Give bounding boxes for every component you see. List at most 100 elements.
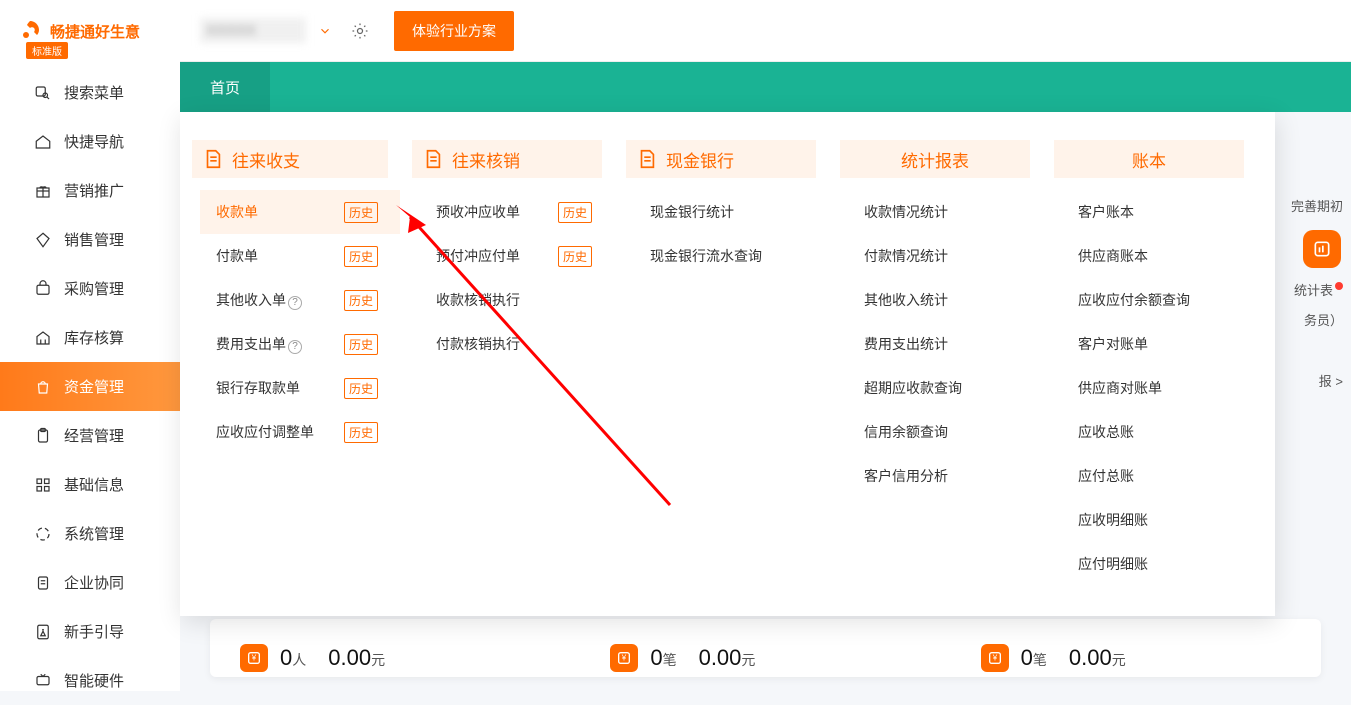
mega-item-label: 应收总账: [1078, 422, 1134, 442]
mega-item-label: 费用支出单?: [216, 334, 302, 354]
help-icon[interactable]: ?: [288, 340, 302, 354]
sidebar-item-1[interactable]: 快捷导航: [0, 117, 180, 166]
mega-item[interactable]: 应付总账: [1062, 454, 1256, 498]
sidebar-item-2[interactable]: 营销推广: [0, 166, 180, 215]
mega-column-header: 往来核销: [412, 140, 602, 178]
sidebar-item-label: 经营管理: [64, 425, 124, 446]
mega-item[interactable]: 客户信用分析: [848, 454, 1042, 498]
mega-item-label: 应收应付余额查询: [1078, 290, 1190, 310]
house-icon: [34, 329, 52, 347]
sidebar-item-6[interactable]: 资金管理: [0, 362, 180, 411]
report-link[interactable]: 报 >: [1277, 367, 1351, 397]
mega-item[interactable]: 现金银行流水查询: [634, 234, 828, 278]
sidebar: 畅捷通好生意 标准版 搜索菜单快捷导航营销推广销售管理采购管理库存核算资金管理经…: [0, 0, 180, 691]
stat-value: 0: [650, 645, 662, 670]
stat-sheet-label[interactable]: 统计表: [1277, 276, 1351, 306]
stat-amount: 0.00: [328, 645, 371, 670]
mega-item-label: 费用支出统计: [864, 334, 948, 354]
history-badge[interactable]: 历史: [558, 246, 592, 267]
sidebar-item-4[interactable]: 采购管理: [0, 264, 180, 313]
stat-unit: 笔: [663, 652, 677, 668]
mega-item[interactable]: 应收应付调整单 历史: [200, 410, 400, 454]
history-badge[interactable]: 历史: [344, 290, 378, 311]
mega-item-label: 付款情况统计: [864, 246, 948, 266]
mega-item[interactable]: 预付冲应付单历史: [420, 234, 614, 278]
mega-item[interactable]: 应付明细账: [1062, 542, 1256, 586]
sidebar-item-11[interactable]: 新手引导: [0, 607, 180, 656]
mega-item[interactable]: 收款单 历史: [200, 190, 400, 234]
sidebar-item-5[interactable]: 库存核算: [0, 313, 180, 362]
history-badge[interactable]: 历史: [344, 334, 378, 355]
mega-item[interactable]: 供应商对账单: [1062, 366, 1256, 410]
history-badge[interactable]: 历史: [344, 378, 378, 399]
red-dot-icon: [1335, 282, 1343, 290]
mega-item[interactable]: 应收应付余额查询: [1062, 278, 1256, 322]
tab-home[interactable]: 首页: [180, 62, 270, 112]
history-badge[interactable]: 历史: [344, 422, 378, 443]
bag-icon: [34, 378, 52, 396]
brand-area: 畅捷通好生意 标准版: [0, 0, 180, 62]
mega-item-label: 客户对账单: [1078, 334, 1148, 354]
search-icon: [34, 84, 52, 102]
sidebar-item-3[interactable]: 销售管理: [0, 215, 180, 264]
mega-item[interactable]: 供应商账本: [1062, 234, 1256, 278]
solution-button[interactable]: 体验行业方案: [394, 11, 514, 51]
sidebar-item-9[interactable]: 系统管理: [0, 509, 180, 558]
mega-item-label: 其他收入统计: [864, 290, 948, 310]
mega-item-label: 付款核销执行: [436, 334, 520, 354]
mega-item[interactable]: 收款情况统计: [848, 190, 1042, 234]
tv-icon: [34, 672, 52, 690]
mega-item[interactable]: 付款情况统计: [848, 234, 1042, 278]
history-badge[interactable]: 历史: [344, 202, 378, 223]
mega-item[interactable]: 收款核销执行: [420, 278, 614, 322]
sidebar-item-10[interactable]: 企业协同: [0, 558, 180, 607]
mega-item-label: 应收应付调整单: [216, 422, 314, 442]
complete-initial-link[interactable]: 完善期初: [1277, 192, 1351, 222]
sidebar-item-label: 企业协同: [64, 572, 124, 593]
mega-item[interactable]: 客户对账单: [1062, 322, 1256, 366]
mega-item[interactable]: 现金银行统计: [634, 190, 828, 234]
mega-item[interactable]: 费用支出统计: [848, 322, 1042, 366]
sidebar-item-7[interactable]: 经营管理: [0, 411, 180, 460]
brand-name: 畅捷通好生意: [50, 21, 140, 42]
report-badge-icon[interactable]: [1303, 230, 1341, 268]
sidebar-item-0[interactable]: 搜索菜单: [0, 68, 180, 117]
chevron-down-icon[interactable]: [318, 24, 332, 38]
mega-item[interactable]: 其他收入单?历史: [200, 278, 400, 322]
mega-item[interactable]: 预收冲应收单历史: [420, 190, 614, 234]
mega-menu: 往来收支收款单历史付款单历史其他收入单?历史费用支出单?历史银行存取款单历史应收…: [180, 112, 1275, 616]
help-icon[interactable]: ?: [288, 296, 302, 310]
sidebar-item-12[interactable]: 智能硬件: [0, 656, 180, 705]
org-name[interactable]: XXXXX: [200, 18, 306, 43]
mega-item[interactable]: 客户账本: [1062, 190, 1256, 234]
column-title: 现金银行: [666, 147, 734, 172]
mega-item[interactable]: 费用支出单? 历史: [200, 322, 400, 366]
stat-icon: ¥: [610, 644, 638, 672]
mega-item-label: 客户账本: [1078, 202, 1134, 222]
mega-item[interactable]: 信用余额查询: [848, 410, 1042, 454]
home-icon: [34, 133, 52, 151]
mega-item[interactable]: 超期应收款查询: [848, 366, 1042, 410]
mega-item[interactable]: 付款核销执行: [420, 322, 614, 366]
mega-column-header: 往来收支: [192, 140, 388, 178]
stat-icon: ¥: [981, 644, 1009, 672]
gift-icon: [34, 182, 52, 200]
column-title: 往来收支: [232, 147, 300, 172]
history-badge[interactable]: 历史: [344, 246, 378, 267]
mega-item[interactable]: 其他收入统计: [848, 278, 1042, 322]
mega-item-label: 应收明细账: [1078, 510, 1148, 530]
mega-item[interactable]: 付款单 历史: [200, 234, 400, 278]
mega-item[interactable]: 应收明细账: [1062, 498, 1256, 542]
sidebar-item-8[interactable]: 基础信息: [0, 460, 180, 509]
gear-icon[interactable]: [350, 21, 370, 41]
mega-item-label: 付款单: [216, 246, 258, 266]
mega-item-label: 超期应收款查询: [864, 378, 962, 398]
mega-item[interactable]: 应收总账: [1062, 410, 1256, 454]
cart-icon: [34, 280, 52, 298]
history-badge[interactable]: 历史: [558, 202, 592, 223]
mega-item-label: 应付明细账: [1078, 554, 1148, 574]
mega-item[interactable]: 银行存取款单历史: [200, 366, 400, 410]
sidebar-item-label: 库存核算: [64, 327, 124, 348]
column-title: 账本: [1132, 147, 1166, 172]
mega-item-label: 收款单: [216, 202, 258, 222]
